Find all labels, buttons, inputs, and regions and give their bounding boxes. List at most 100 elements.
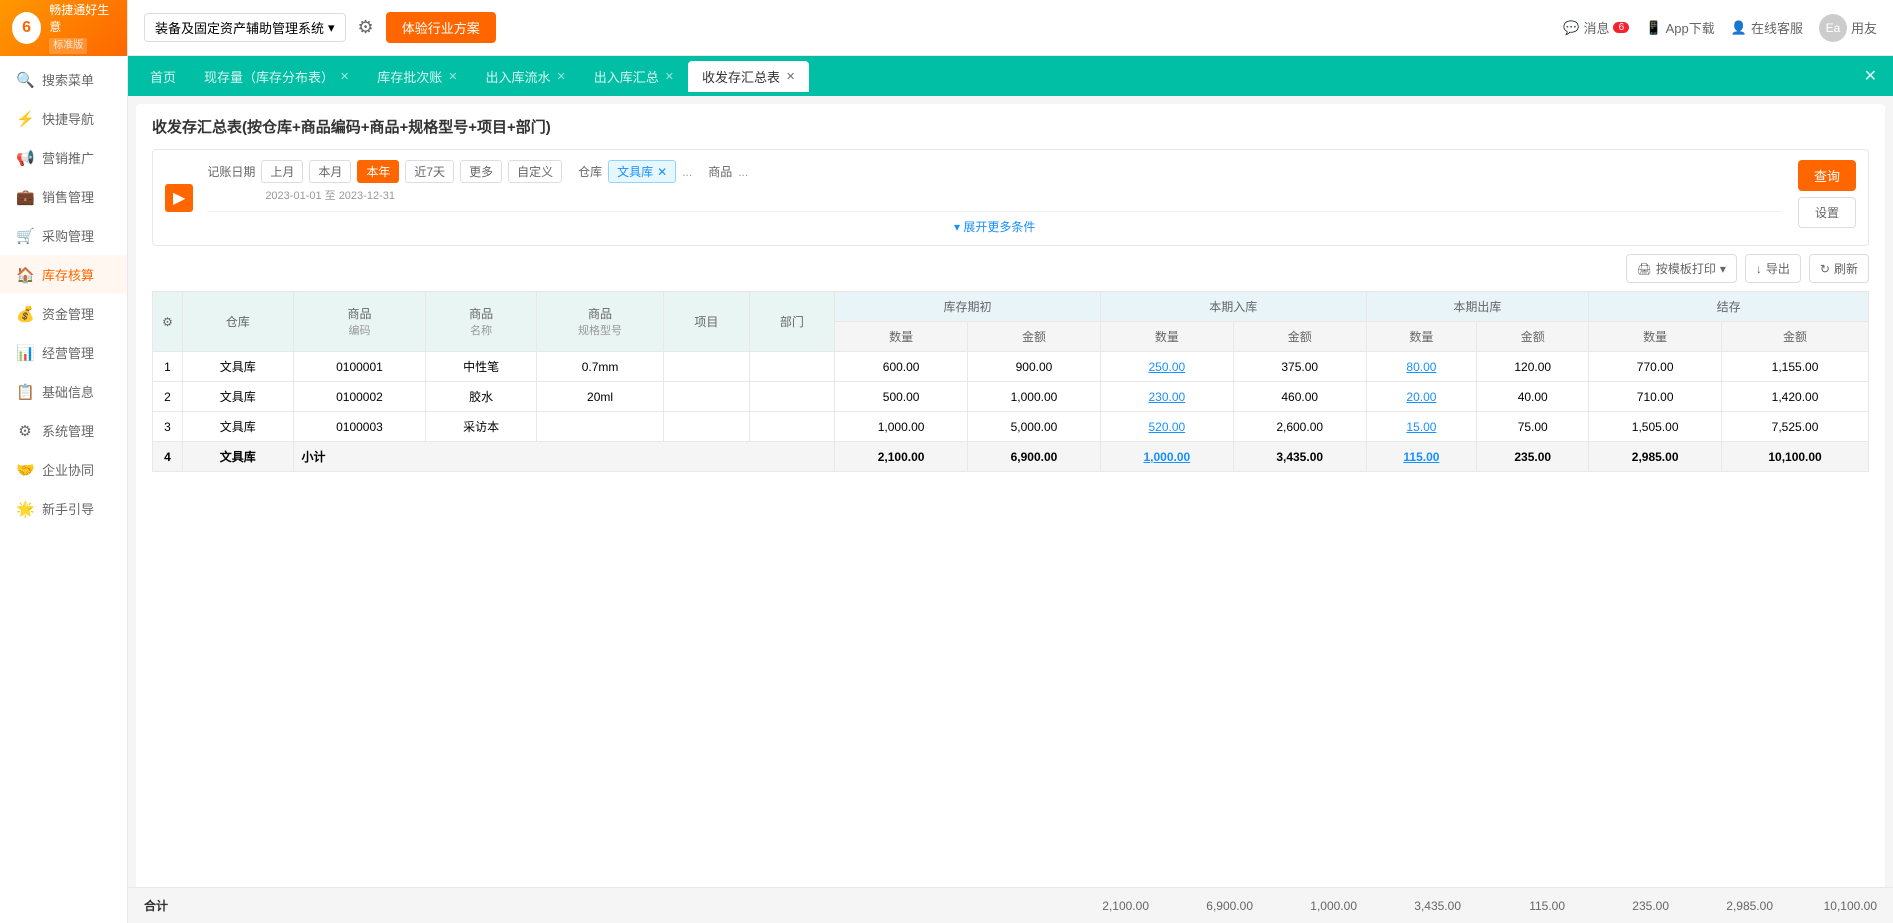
gear-icon[interactable]: ⚙ xyxy=(358,17,374,38)
date-btn-last-month[interactable]: 上月 xyxy=(261,160,303,183)
footer-bal-qty: 2,985.00 xyxy=(1693,899,1773,913)
row-dept xyxy=(749,382,835,412)
marketing-icon: 📢 xyxy=(16,149,34,167)
sidebar-item-sales[interactable]: 💼销售管理 xyxy=(0,177,127,216)
sidebar-item-search[interactable]: 🔍搜索菜单 xyxy=(0,60,127,99)
subtotal-in-qty[interactable]: 1,000.00 xyxy=(1100,442,1233,472)
warehouse-tag-close[interactable]: ✕ xyxy=(657,165,667,179)
subtotal-begin-amt: 6,900.00 xyxy=(968,442,1101,472)
export-button[interactable]: ↓ 导出 xyxy=(1745,254,1801,283)
sidebar-item-purchase[interactable]: 🛒采购管理 xyxy=(0,216,127,255)
sidebar-item-system[interactable]: ⚙系统管理 xyxy=(0,411,127,450)
balance-header: 结存 xyxy=(1589,292,1869,322)
row-out-qty[interactable]: 20.00 xyxy=(1366,382,1477,412)
row-in-qty[interactable]: 230.00 xyxy=(1100,382,1233,412)
query-button[interactable]: 查询 xyxy=(1798,160,1856,191)
tab-close-in-out-flow[interactable]: ✕ xyxy=(557,70,566,83)
finance-icon: 💰 xyxy=(16,305,34,323)
tab-close-stock-dist[interactable]: ✕ xyxy=(340,70,349,83)
filter-actions: 查询 设置 xyxy=(1798,160,1856,228)
system-selector[interactable]: 装备及固定资产辅助管理系统 ▾ xyxy=(144,13,346,42)
sidebar-item-enterprise[interactable]: 🤝企业协同 xyxy=(0,450,127,489)
row-bal-qty: 710.00 xyxy=(1589,382,1722,412)
sidebar-item-guide[interactable]: 🌟新手引导 xyxy=(0,489,127,528)
filter-collapse-button[interactable]: ▶ xyxy=(165,184,193,212)
logo-text: 畅捷通好生意 标准版 xyxy=(49,2,115,54)
date-btn-custom[interactable]: 自定义 xyxy=(508,160,562,183)
expand-btn[interactable]: ▾ 展开更多条件 xyxy=(207,211,1782,235)
row-code: 0100001 xyxy=(293,352,426,382)
data-table: ⚙ 仓库 商品编码 商品名称 商品规格型号 项目 部门 库存期初 本期入库 本期… xyxy=(152,291,1869,472)
dept-header: 部门 xyxy=(749,292,835,352)
row-in-qty[interactable]: 520.00 xyxy=(1100,412,1233,442)
tab-close-batch[interactable]: ✕ xyxy=(448,70,457,83)
sidebar-item-quick-nav[interactable]: ⚡快捷导航 xyxy=(0,99,127,138)
goods-more-btn[interactable]: ... xyxy=(738,165,748,179)
footer-total-label: 合计 xyxy=(144,897,204,914)
trial-button[interactable]: 体验行业方案 xyxy=(386,12,496,43)
row-out-amt: 120.00 xyxy=(1477,352,1589,382)
warehouse-more-btn[interactable]: ... xyxy=(682,165,692,179)
sidebar-item-marketing[interactable]: 📢营销推广 xyxy=(0,138,127,177)
subtotal-row: 4 文具库 小计 2,100.00 6,900.00 1,000.00 3,43… xyxy=(153,442,1869,472)
row-out-qty[interactable]: 15.00 xyxy=(1366,412,1477,442)
mobile-icon: 📱 xyxy=(1645,20,1661,36)
warehouse-header: 仓库 xyxy=(183,292,294,352)
refresh-button[interactable]: ↻ 刷新 xyxy=(1809,254,1869,283)
online-service-item[interactable]: 👤 在线客服 xyxy=(1731,18,1803,37)
date-btn-this-month[interactable]: 本月 xyxy=(309,160,351,183)
row-num: 2 xyxy=(153,382,183,412)
date-btn-this-year[interactable]: 本年 xyxy=(357,160,399,183)
tab-in-out-summary[interactable]: 出入库汇总✕ xyxy=(580,61,688,92)
row-warehouse: 文具库 xyxy=(183,352,294,382)
system-name: 装备及固定资产辅助管理系统 xyxy=(155,18,324,37)
header-left: 装备及固定资产辅助管理系统 ▾ ⚙ 体验行业方案 xyxy=(144,12,496,43)
sidebar-item-finance[interactable]: 💰资金管理 xyxy=(0,294,127,333)
user-item[interactable]: Ea 用友 xyxy=(1819,14,1877,42)
subtotal-out-qty[interactable]: 115.00 xyxy=(1366,442,1477,472)
footer-out-amt: 235.00 xyxy=(1589,899,1669,913)
footer-begin-qty: 2,100.00 xyxy=(1069,899,1149,913)
tab-close-receive-send[interactable]: ✕ xyxy=(786,70,795,83)
goods-filter: 商品 ... xyxy=(708,163,748,180)
in-qty-header: 数量 xyxy=(1100,322,1233,352)
tab-batch[interactable]: 库存批次账✕ xyxy=(363,61,471,92)
enterprise-icon: 🤝 xyxy=(16,461,34,479)
row-bal-amt: 7,525.00 xyxy=(1722,412,1869,442)
tab-in-out-flow[interactable]: 出入库流水✕ xyxy=(471,61,579,92)
row-out-qty[interactable]: 80.00 xyxy=(1366,352,1477,382)
bal-amt-header: 金额 xyxy=(1722,322,1869,352)
date-btn-7days[interactable]: 近7天 xyxy=(405,160,454,183)
message-item[interactable]: 💬 消息 6 xyxy=(1563,18,1629,37)
row-spec: 0.7mm xyxy=(536,352,663,382)
row-warehouse: 文具库 xyxy=(183,382,294,412)
sidebar-logo: 6 畅捷通好生意 标准版 xyxy=(0,0,127,56)
row-bal-qty: 1,505.00 xyxy=(1589,412,1722,442)
tab-bar: 首页 现存量（库存分布表）✕ 库存批次账✕ 出入库流水✕ 出入库汇总✕ 收发存汇… xyxy=(128,56,1893,96)
setting-button[interactable]: 设置 xyxy=(1798,197,1856,228)
subtotal-bal-qty: 2,985.00 xyxy=(1589,442,1722,472)
sidebar-item-inventory[interactable]: 🏠库存核算 xyxy=(0,255,127,294)
tab-close-in-out-summary[interactable]: ✕ xyxy=(665,70,674,83)
logo-icon: 6 xyxy=(12,12,41,44)
row-begin-amt: 1,000.00 xyxy=(968,382,1101,412)
sidebar-item-business[interactable]: 📊经营管理 xyxy=(0,333,127,372)
footer-in-amt: 3,435.00 xyxy=(1381,899,1461,913)
expand-arrow-icon: ▾ xyxy=(954,220,960,234)
date-btn-more[interactable]: 更多 xyxy=(460,160,502,183)
row-in-qty[interactable]: 250.00 xyxy=(1100,352,1233,382)
quick-nav-icon: ⚡ xyxy=(16,110,34,128)
sidebar-item-base-info[interactable]: 📋基础信息 xyxy=(0,372,127,411)
app-download-item[interactable]: 📱 App下载 xyxy=(1645,18,1714,37)
printer-icon: 🖨 xyxy=(1637,262,1652,276)
subtotal-out-amt: 235.00 xyxy=(1477,442,1589,472)
sidebar-menu: 🔍搜索菜单 ⚡快捷导航 📢营销推广 💼销售管理 🛒采购管理 🏠库存核算 💰资金管… xyxy=(0,56,127,532)
tab-stock-dist[interactable]: 现存量（库存分布表）✕ xyxy=(190,61,363,92)
print-button[interactable]: 🖨 按模板打印 ▾ xyxy=(1626,254,1737,283)
base-info-icon: 📋 xyxy=(16,383,34,401)
tab-bar-close-icon[interactable]: ✕ xyxy=(1856,62,1885,90)
tab-home[interactable]: 首页 xyxy=(136,61,190,92)
gear-header: ⚙ xyxy=(153,292,183,352)
service-icon: 👤 xyxy=(1731,20,1747,36)
tab-receive-send[interactable]: 收发存汇总表✕ xyxy=(688,61,809,92)
